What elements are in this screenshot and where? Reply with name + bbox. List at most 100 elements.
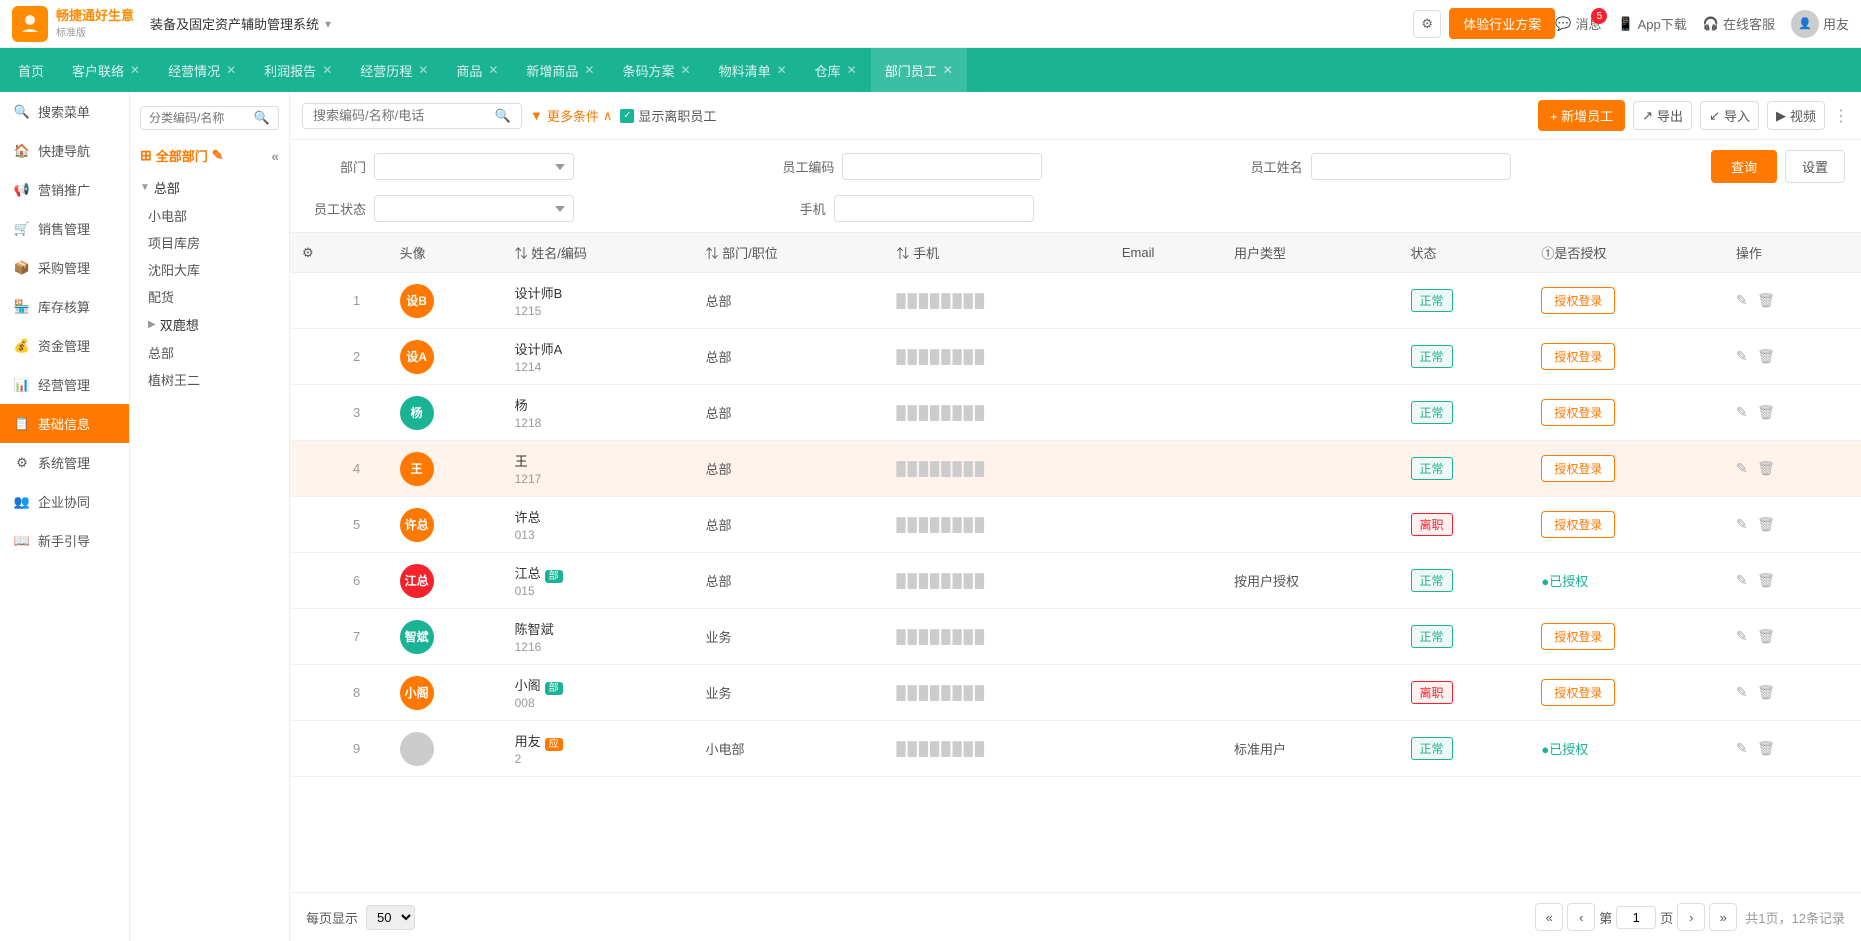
tab-add-goods[interactable]: 新增商品 ✕ <box>512 48 608 92</box>
row-auth-cell[interactable]: 授权登录 <box>1529 497 1723 553</box>
close-icon[interactable]: ✕ <box>777 63 787 77</box>
sidebar-item-finance[interactable]: 💰 资金管理 <box>0 326 129 365</box>
dept-filter-select[interactable] <box>374 153 574 180</box>
delete-button[interactable]: 🗑 <box>1757 292 1775 308</box>
dept-search-input[interactable] <box>149 111 250 125</box>
row-auth-cell[interactable]: 授权登录 <box>1529 273 1723 329</box>
tab-bom[interactable]: 物料清单 ✕ <box>705 48 801 92</box>
tab-home[interactable]: 首页 <box>4 48 58 92</box>
sidebar-item-marketing[interactable]: 📢 营销推广 <box>0 170 129 209</box>
delete-button[interactable]: 🗑 <box>1757 404 1775 420</box>
search-input[interactable] <box>313 108 489 123</box>
trial-button[interactable]: 体验行业方案 <box>1449 8 1555 39</box>
phone-filter-input[interactable] <box>834 195 1034 222</box>
close-icon[interactable]: ✕ <box>226 63 236 77</box>
more-options-btn[interactable]: ⋮ <box>1833 106 1849 126</box>
close-icon[interactable]: ✕ <box>130 63 140 77</box>
edit-button[interactable]: ✎ <box>1736 628 1748 644</box>
edit-button[interactable]: ✎ <box>1736 684 1748 700</box>
row-auth-cell[interactable]: 授权登录 <box>1529 385 1723 441</box>
name-filter-input[interactable] <box>1311 153 1511 180</box>
edit-button[interactable]: ✎ <box>1736 740 1748 756</box>
tab-history[interactable]: 经营历程 ✕ <box>346 48 442 92</box>
dept-search-box[interactable]: 🔍 <box>140 106 279 130</box>
tab-warehouse[interactable]: 仓库 ✕ <box>801 48 871 92</box>
delete-button[interactable]: 🗑 <box>1757 572 1775 588</box>
edit-button[interactable]: ✎ <box>1736 572 1748 588</box>
user-profile-btn[interactable]: 👤 用友 <box>1791 10 1849 38</box>
dept-child-projectroom[interactable]: 项目库房 <box>130 229 289 256</box>
last-page-btn[interactable]: » <box>1709 903 1737 931</box>
close-icon[interactable]: ✕ <box>488 63 498 77</box>
sidebar-item-sales[interactable]: 🛒 销售管理 <box>0 209 129 248</box>
sidebar-item-system[interactable]: ⚙ 系统管理 <box>0 443 129 482</box>
delete-button[interactable]: 🗑 <box>1757 348 1775 364</box>
edit-button[interactable]: ✎ <box>1736 460 1748 476</box>
row-auth-cell[interactable]: 授权登录 <box>1529 665 1723 721</box>
tab-customer[interactable]: 客户联络 ✕ <box>58 48 154 92</box>
import-button[interactable]: ↙ 导入 <box>1700 101 1759 130</box>
online-service-btn[interactable]: 🎧 在线客服 <box>1703 14 1775 33</box>
settings-btn[interactable]: ⚙ <box>1413 10 1441 38</box>
first-page-btn[interactable]: « <box>1535 903 1563 931</box>
dept-group-title[interactable]: ▼ 总部 <box>130 173 289 202</box>
prev-page-btn[interactable]: ‹ <box>1567 903 1595 931</box>
status-filter-select[interactable] <box>374 195 574 222</box>
message-btn[interactable]: 💬 消息 5 <box>1555 14 1601 33</box>
delete-button[interactable]: 🗑 <box>1757 628 1775 644</box>
dept-child-plant[interactable]: 植树王二 <box>130 366 289 393</box>
edit-button[interactable]: ✎ <box>1736 516 1748 532</box>
sidebar-item-basicinfo[interactable]: 📋 基础信息 <box>0 404 129 443</box>
collapse-icon[interactable]: « <box>271 148 279 164</box>
auth-login-button[interactable]: 授权登录 <box>1541 287 1615 314</box>
row-auth-cell[interactable]: ●已授权 <box>1529 553 1723 609</box>
sidebar-item-operations[interactable]: 📊 经营管理 <box>0 365 129 404</box>
page-number-input[interactable] <box>1616 906 1656 929</box>
more-filter-btn[interactable]: ▼ 更多条件 ∧ <box>530 106 612 125</box>
next-page-btn[interactable]: › <box>1677 903 1705 931</box>
dept-child-distribution[interactable]: 配货 <box>130 283 289 310</box>
auth-login-button[interactable]: 授权登录 <box>1541 343 1615 370</box>
app-download-btn[interactable]: 📱 App下载 <box>1617 14 1686 33</box>
tab-operation[interactable]: 经营情况 ✕ <box>154 48 250 92</box>
sidebar-item-inventory[interactable]: 🏪 库存核算 <box>0 287 129 326</box>
sidebar-item-nav[interactable]: 🏠 快捷导航 <box>0 131 129 170</box>
edit-button[interactable]: ✎ <box>1736 404 1748 420</box>
auth-login-button[interactable]: 授权登录 <box>1541 455 1615 482</box>
dept-child-shenyang[interactable]: 沈阳大库 <box>130 256 289 283</box>
sidebar-item-collab[interactable]: 👥 企业协同 <box>0 482 129 521</box>
dept-child-headquarters[interactable]: 总部 <box>130 339 289 366</box>
dept-child-xiaodiandept[interactable]: 小电部 <box>130 202 289 229</box>
show-resigned-toggle[interactable]: ✓ 显示离职员工 <box>620 106 716 125</box>
tab-barcode[interactable]: 条码方案 ✕ <box>608 48 704 92</box>
search-box[interactable]: 🔍 <box>302 103 522 129</box>
code-filter-input[interactable] <box>842 153 1042 180</box>
edit-button[interactable]: ✎ <box>1736 348 1748 364</box>
row-auth-cell[interactable]: ●已授权 <box>1529 721 1723 777</box>
auth-login-button[interactable]: 授权登录 <box>1541 679 1615 706</box>
dept-subgroup-dual[interactable]: ▶ 双鹿想 <box>130 310 289 339</box>
all-dept-item[interactable]: ⊞ 全部部门 ✎ « <box>130 140 289 171</box>
close-icon[interactable]: ✕ <box>943 63 953 77</box>
tab-goods[interactable]: 商品 ✕ <box>442 48 512 92</box>
delete-button[interactable]: 🗑 <box>1757 740 1775 756</box>
close-icon[interactable]: ✕ <box>847 63 857 77</box>
sidebar-item-search[interactable]: 🔍 搜索菜单 <box>0 92 129 131</box>
tab-employees[interactable]: 部门员工 ✕ <box>871 48 967 92</box>
sidebar-item-purchase[interactable]: 📦 采购管理 <box>0 248 129 287</box>
close-icon[interactable]: ✕ <box>418 63 428 77</box>
add-employee-button[interactable]: + 新增员工 <box>1538 100 1625 131</box>
title-arrow-icon[interactable]: ▾ <box>325 17 331 31</box>
delete-button[interactable]: 🗑 <box>1757 460 1775 476</box>
view-button[interactable]: ▶ 视频 <box>1767 101 1825 130</box>
delete-button[interactable]: 🗑 <box>1757 516 1775 532</box>
col-settings[interactable]: ⚙ <box>290 233 326 273</box>
close-icon[interactable]: ✕ <box>681 63 691 77</box>
set-button[interactable]: 设置 <box>1785 150 1845 183</box>
edit-icon[interactable]: ✎ <box>212 147 224 164</box>
delete-button[interactable]: 🗑 <box>1757 684 1775 700</box>
page-size-select[interactable]: 50 <box>366 905 415 930</box>
row-auth-cell[interactable]: 授权登录 <box>1529 441 1723 497</box>
export-button[interactable]: ↗ 导出 <box>1633 101 1692 130</box>
auth-login-button[interactable]: 授权登录 <box>1541 623 1615 650</box>
